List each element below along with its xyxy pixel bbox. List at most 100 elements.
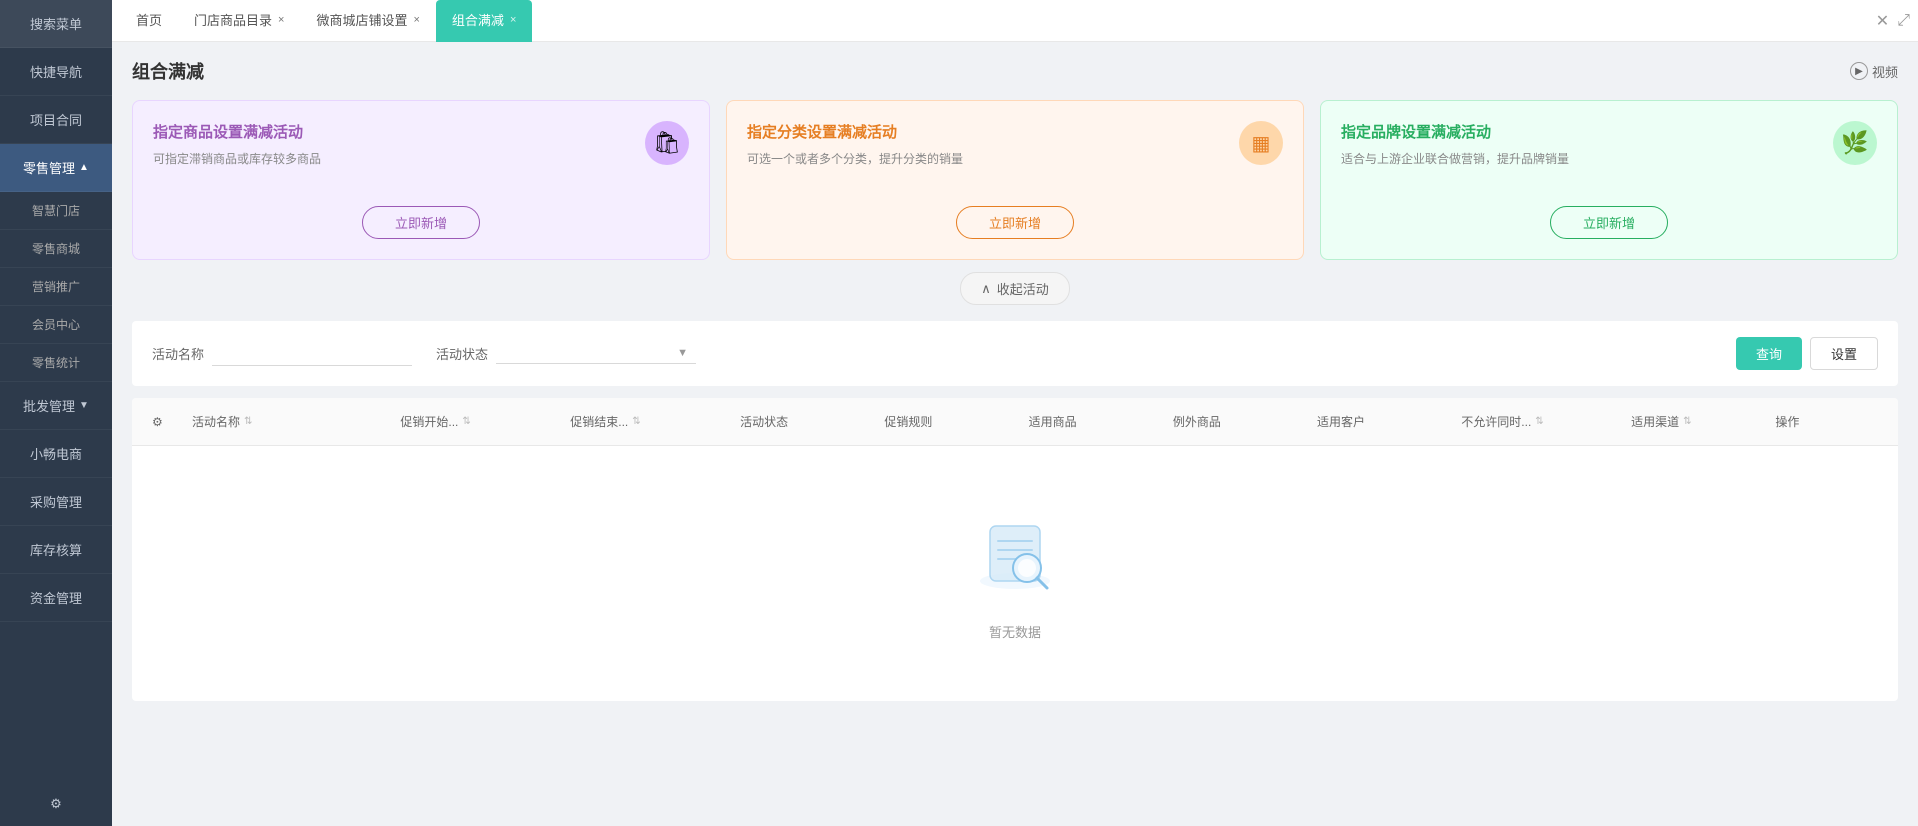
sidebar-item-search[interactable]: 搜索菜单	[0, 0, 112, 48]
th-start-label: 促销开始...	[400, 413, 458, 430]
chevron-down-icon: ▼	[79, 400, 89, 411]
activity-card-product: 🛍 指定商品设置满减活动 可指定滞销商品或库存较多商品 立即新增	[132, 100, 710, 260]
sidebar-item-ecommerce[interactable]: 小畅电商	[0, 430, 112, 478]
sidebar-item-member[interactable]: 会员中心	[0, 306, 112, 344]
category-card-icon: ▦	[1239, 121, 1283, 165]
tab-product-catalog-close[interactable]: ×	[278, 14, 284, 26]
tab-shop-settings-label: 微商城店铺设置	[316, 10, 407, 29]
product-card-add-button[interactable]: 立即新增	[362, 206, 480, 239]
tab-combo-discount-label: 组合满减	[452, 10, 504, 29]
chevron-up-icon: ∧	[981, 281, 991, 297]
th-concurrent-label: 不允许同时...	[1461, 413, 1531, 430]
sidebar-item-label: 采购管理	[30, 495, 82, 510]
th-name[interactable]: 活动名称 ⇅	[184, 401, 392, 442]
query-button[interactable]: 查询	[1736, 337, 1802, 370]
sidebar-item-label: 小畅电商	[30, 447, 82, 462]
page-title: 组合满减	[132, 58, 204, 84]
sidebar-item-project[interactable]: 项目合同	[0, 96, 112, 144]
sidebar-item-label: 智慧门店	[32, 204, 80, 218]
filter-name-input[interactable]	[212, 342, 412, 366]
settings-icon[interactable]: ⚙	[0, 782, 112, 826]
sidebar-item-purchase[interactable]: 采购管理	[0, 478, 112, 526]
sidebar-item-label: 零售商城	[32, 242, 80, 256]
activity-card-category: ▦ 指定分类设置满减活动 可选一个或者多个分类，提升分类的销量 立即新增	[726, 100, 1304, 260]
sidebar-item-label: 资金管理	[30, 591, 82, 606]
collapse-button[interactable]: ∧ 收起活动	[960, 272, 1070, 305]
sidebar-item-quicknav[interactable]: 快捷导航	[0, 48, 112, 96]
tab-combo-discount[interactable]: 组合满减 ×	[436, 0, 532, 42]
activity-card-brand: 🌿 指定品牌设置满减活动 适合与上游企业联合做营销，提升品牌销量 立即新增	[1320, 100, 1898, 260]
sidebar-item-smartstore[interactable]: 智慧门店	[0, 192, 112, 230]
sidebar-item-label: 库存核算	[30, 543, 82, 558]
sidebar-item-retailmall[interactable]: 零售商城	[0, 230, 112, 268]
sidebar-item-marketing[interactable]: 营销推广	[0, 268, 112, 306]
settings-button[interactable]: 设置	[1810, 337, 1878, 370]
th-customer: 适用客户	[1309, 401, 1453, 442]
tab-shop-settings[interactable]: 微商城店铺设置 ×	[300, 0, 435, 42]
tab-combo-discount-close[interactable]: ×	[510, 14, 516, 26]
th-action-label: 操作	[1775, 413, 1799, 430]
sidebar-item-finance[interactable]: 资金管理	[0, 574, 112, 622]
product-card-icon: 🛍	[645, 121, 689, 165]
brand-card-add-button[interactable]: 立即新增	[1550, 206, 1668, 239]
filter-status-field: 活动状态 ▼	[436, 343, 696, 364]
sidebar-item-label: 零售统计	[32, 356, 80, 370]
empty-state: 暂无数据	[132, 446, 1898, 701]
tab-home-label: 首页	[136, 10, 162, 29]
th-rule: 促销规则	[876, 401, 1020, 442]
play-icon: ▶	[1850, 62, 1868, 80]
th-concurrent[interactable]: 不允许同时... ⇅	[1453, 401, 1623, 442]
tab-product-catalog[interactable]: 门店商品目录 ×	[178, 0, 300, 42]
sidebar-item-inventory[interactable]: 库存核算	[0, 526, 112, 574]
category-card-desc: 可选一个或者多个分类，提升分类的销量	[747, 150, 1283, 190]
th-except: 例外商品	[1165, 401, 1309, 442]
collapse-bar: ∧ 收起活动	[132, 272, 1898, 305]
brand-card-title: 指定品牌设置满减活动	[1341, 121, 1877, 142]
th-channel-label: 适用渠道	[1631, 413, 1679, 430]
th-name-label: 活动名称	[192, 413, 240, 430]
sidebar-item-retail[interactable]: 零售管理 ▲	[0, 144, 112, 192]
th-status-label: 活动状态	[740, 413, 788, 430]
empty-illustration	[965, 506, 1065, 606]
activity-cards: 🛍 指定商品设置满减活动 可指定滞销商品或库存较多商品 立即新增 ▦ 指定分类设…	[132, 100, 1898, 260]
tab-shop-settings-close[interactable]: ×	[413, 14, 419, 26]
sidebar-item-label: 搜索菜单	[30, 17, 82, 32]
data-table: ⚙ 活动名称 ⇅ 促销开始... ⇅ 促销结束... ⇅ 活动状态	[132, 398, 1898, 701]
window-close-icon[interactable]: ✕	[1876, 11, 1889, 31]
th-channel[interactable]: 适用渠道 ⇅	[1623, 401, 1767, 442]
sidebar-item-wholesale[interactable]: 批发管理 ▼	[0, 382, 112, 430]
sort-icon: ⇅	[244, 416, 252, 427]
filter-status-select[interactable]: ▼	[496, 343, 696, 364]
th-end[interactable]: 促销结束... ⇅	[562, 401, 732, 442]
filter-name-label: 活动名称	[152, 344, 204, 363]
th-status: 活动状态	[732, 401, 876, 442]
category-card-add-button[interactable]: 立即新增	[956, 206, 1074, 239]
empty-text: 暂无数据	[989, 622, 1041, 641]
th-start[interactable]: 促销开始... ⇅	[392, 401, 562, 442]
video-link[interactable]: ▶ 视频	[1850, 62, 1898, 81]
product-card-desc: 可指定滞销商品或库存较多商品	[153, 150, 689, 190]
sidebar-item-label: 快捷导航	[30, 65, 82, 80]
category-card-title: 指定分类设置满减活动	[747, 121, 1283, 142]
sort-icon: ⇅	[1535, 416, 1543, 427]
tab-home[interactable]: 首页	[120, 0, 178, 42]
sort-icon: ⇅	[632, 416, 640, 427]
sort-icon: ⇅	[1683, 416, 1691, 427]
gear-icon: ⚙	[152, 415, 163, 429]
sort-icon: ⇅	[462, 416, 470, 427]
window-expand-icon[interactable]: ⤢	[1897, 12, 1910, 30]
th-gear[interactable]: ⚙	[144, 403, 184, 441]
sidebar-item-label: 营销推广	[32, 280, 80, 294]
filter-name-field: 活动名称	[152, 342, 412, 366]
filter-bar: 活动名称 活动状态 ▼ 查询 设置	[132, 321, 1898, 386]
th-rule-label: 促销规则	[884, 413, 932, 430]
sidebar-item-label: 会员中心	[32, 318, 80, 332]
th-customer-label: 适用客户	[1317, 413, 1365, 430]
tab-bar: 首页 门店商品目录 × 微商城店铺设置 × 组合满减 × ✕ ⤢	[112, 0, 1918, 42]
sidebar-item-retailstat[interactable]: 零售统计	[0, 344, 112, 382]
page-header: 组合满减 ▶ 视频	[132, 58, 1898, 84]
content-area: 组合满减 ▶ 视频 🛍 指定商品设置满减活动 可指定滞销商品或库存较多商品 立即…	[112, 42, 1918, 826]
tab-bar-actions: ✕ ⤢	[1876, 11, 1910, 31]
brand-card-icon: 🌿	[1833, 121, 1877, 165]
table-header: ⚙ 活动名称 ⇅ 促销开始... ⇅ 促销结束... ⇅ 活动状态	[132, 398, 1898, 446]
